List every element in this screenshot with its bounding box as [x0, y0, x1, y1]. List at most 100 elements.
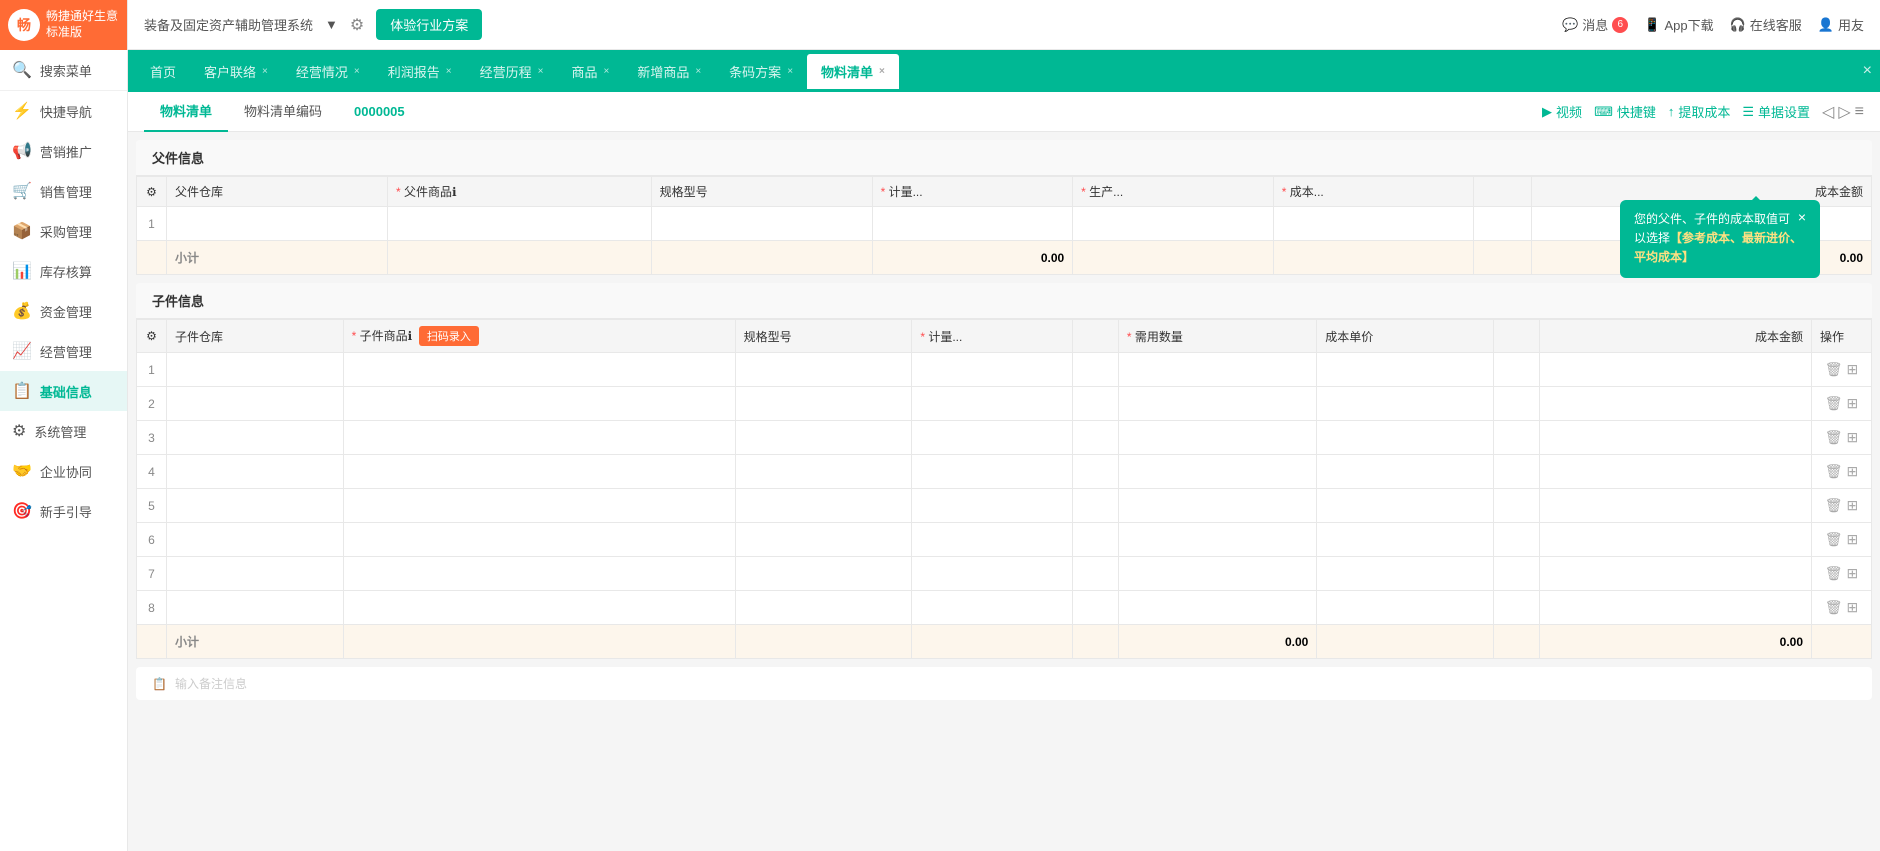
delete-icon-2[interactable]: 🗑 — [1825, 395, 1843, 412]
settings-icon[interactable]: ⚙ — [350, 15, 364, 35]
child-qty-1[interactable] — [1118, 353, 1316, 387]
child-warehouse-7[interactable] — [167, 557, 344, 591]
copy-icon-8[interactable]: ⊞ — [1847, 599, 1859, 616]
child-goods-1[interactable] — [343, 353, 735, 387]
child-spec-8[interactable] — [735, 591, 912, 625]
child-spec-3[interactable] — [735, 421, 912, 455]
child-goods-3[interactable] — [343, 421, 735, 455]
sub-tab-code[interactable]: 物料清单编码 — [228, 92, 338, 132]
child-unit-4[interactable] — [912, 455, 1072, 489]
child-spec-2[interactable] — [735, 387, 912, 421]
copy-icon-1[interactable]: ⊞ — [1847, 361, 1859, 378]
delete-icon-3[interactable]: 🗑 — [1825, 429, 1843, 446]
parent-production-1[interactable] — [1073, 207, 1274, 241]
sidebar-item-collab[interactable]: 🤝 企业协同 — [0, 451, 127, 491]
child-unit-3[interactable] — [912, 421, 1072, 455]
sub-tab-bom[interactable]: 物料清单 — [144, 92, 228, 132]
child-qty-6[interactable] — [1118, 523, 1316, 557]
child-unit-1[interactable] — [912, 353, 1072, 387]
child-spec-5[interactable] — [735, 489, 912, 523]
tab-new-goods-close[interactable]: × — [695, 66, 701, 77]
child-spec-7[interactable] — [735, 557, 912, 591]
child-goods-2[interactable] — [343, 387, 735, 421]
delete-icon-1[interactable]: 🗑 — [1825, 361, 1843, 378]
parent-warehouse-1[interactable] — [167, 207, 388, 241]
tab-bom-close[interactable]: × — [879, 66, 885, 77]
experience-btn[interactable]: 体验行业方案 — [376, 9, 482, 40]
child-unit-cost-7[interactable] — [1317, 557, 1494, 591]
child-goods-6[interactable] — [343, 523, 735, 557]
list-view-icon[interactable]: ≡ — [1855, 103, 1864, 121]
child-unit-5[interactable] — [912, 489, 1072, 523]
parent-goods-1[interactable] — [387, 207, 651, 241]
parent-cost-1[interactable] — [1273, 207, 1474, 241]
child-qty-5[interactable] — [1118, 489, 1316, 523]
child-unit-cost-2[interactable] — [1317, 387, 1494, 421]
online-service-item[interactable]: 🎧 在线客服 — [1730, 15, 1802, 34]
child-unit-cost-4[interactable] — [1317, 455, 1494, 489]
child-goods-7[interactable] — [343, 557, 735, 591]
note-placeholder[interactable]: 输入备注信息 — [175, 675, 247, 692]
child-goods-8[interactable] — [343, 591, 735, 625]
delete-icon-7[interactable]: 🗑 — [1825, 565, 1843, 582]
sidebar-item-inventory[interactable]: 📊 库存核算 — [0, 251, 127, 291]
sidebar-item-marketing[interactable]: 📢 营销推广 — [0, 131, 127, 171]
parent-unit-1[interactable] — [872, 207, 1073, 241]
tab-profit-close[interactable]: × — [446, 66, 452, 77]
child-warehouse-5[interactable] — [167, 489, 344, 523]
sidebar-item-purchase[interactable]: 📦 采购管理 — [0, 211, 127, 251]
sidebar-item-basic-info[interactable]: 📋 基础信息 — [0, 371, 127, 411]
tooltip-close-btn[interactable]: × — [1798, 210, 1806, 224]
next-icon[interactable]: ▷ — [1838, 102, 1850, 122]
sidebar-item-finance[interactable]: 💰 资金管理 — [0, 291, 127, 331]
delete-icon-8[interactable]: 🗑 — [1825, 599, 1843, 616]
user-item[interactable]: 👤 用友 — [1818, 15, 1864, 34]
child-qty-4[interactable] — [1118, 455, 1316, 489]
sidebar-item-system[interactable]: ⚙ 系统管理 — [0, 411, 127, 451]
tab-barcode-close[interactable]: × — [787, 66, 793, 77]
view-btn[interactable]: ▶ 视频 — [1542, 102, 1582, 121]
prev-icon[interactable]: ◁ — [1822, 102, 1834, 122]
message-item[interactable]: 💬 消息 6 — [1562, 15, 1628, 34]
child-unit-6[interactable] — [912, 523, 1072, 557]
sidebar-item-sales[interactable]: 🛒 销售管理 — [0, 171, 127, 211]
copy-icon-5[interactable]: ⊞ — [1847, 497, 1859, 514]
child-spec-1[interactable] — [735, 353, 912, 387]
child-warehouse-2[interactable] — [167, 387, 344, 421]
sidebar-item-search[interactable]: 🔍 搜索菜单 — [0, 50, 127, 91]
tab-home[interactable]: 首页 — [136, 54, 190, 89]
child-qty-2[interactable] — [1118, 387, 1316, 421]
system-dropdown[interactable]: ▼ — [325, 17, 338, 32]
child-unit-2[interactable] — [912, 387, 1072, 421]
scan-btn[interactable]: 扫码录入 — [419, 326, 479, 346]
child-spec-4[interactable] — [735, 455, 912, 489]
copy-icon-2[interactable]: ⊞ — [1847, 395, 1859, 412]
child-col-gear[interactable]: ⚙ — [137, 320, 167, 353]
sidebar-item-operations[interactable]: 📈 经营管理 — [0, 331, 127, 371]
parent-col-gear[interactable]: ⚙ — [137, 177, 167, 207]
tab-customer-close[interactable]: × — [262, 66, 268, 77]
sidebar-item-quick-nav[interactable]: ⚡ 快捷导航 — [0, 91, 127, 131]
child-qty-7[interactable] — [1118, 557, 1316, 591]
delete-icon-6[interactable]: 🗑 — [1825, 531, 1843, 548]
child-spec-6[interactable] — [735, 523, 912, 557]
tab-barcode[interactable]: 条码方案 × — [715, 54, 807, 89]
parent-spec-1[interactable] — [651, 207, 872, 241]
child-qty-8[interactable] — [1118, 591, 1316, 625]
child-warehouse-4[interactable] — [167, 455, 344, 489]
tab-history[interactable]: 经营历程 × — [466, 54, 558, 89]
child-unit-8[interactable] — [912, 591, 1072, 625]
child-warehouse-6[interactable] — [167, 523, 344, 557]
sidebar-item-guide[interactable]: 🎯 新手引导 — [0, 491, 127, 531]
child-goods-5[interactable] — [343, 489, 735, 523]
child-unit-cost-1[interactable] — [1317, 353, 1494, 387]
tab-customer[interactable]: 客户联络 × — [190, 54, 282, 89]
child-unit-cost-5[interactable] — [1317, 489, 1494, 523]
single-setting-btn[interactable]: ☰ 单据设置 — [1742, 102, 1810, 121]
shortcut-btn[interactable]: ⌨ 快捷键 — [1594, 102, 1656, 121]
copy-icon-6[interactable]: ⊞ — [1847, 531, 1859, 548]
tab-new-goods[interactable]: 新增商品 × — [623, 54, 715, 89]
extract-cost-btn[interactable]: ↑ 提取成本 — [1668, 102, 1731, 121]
child-warehouse-3[interactable] — [167, 421, 344, 455]
child-warehouse-1[interactable] — [167, 353, 344, 387]
